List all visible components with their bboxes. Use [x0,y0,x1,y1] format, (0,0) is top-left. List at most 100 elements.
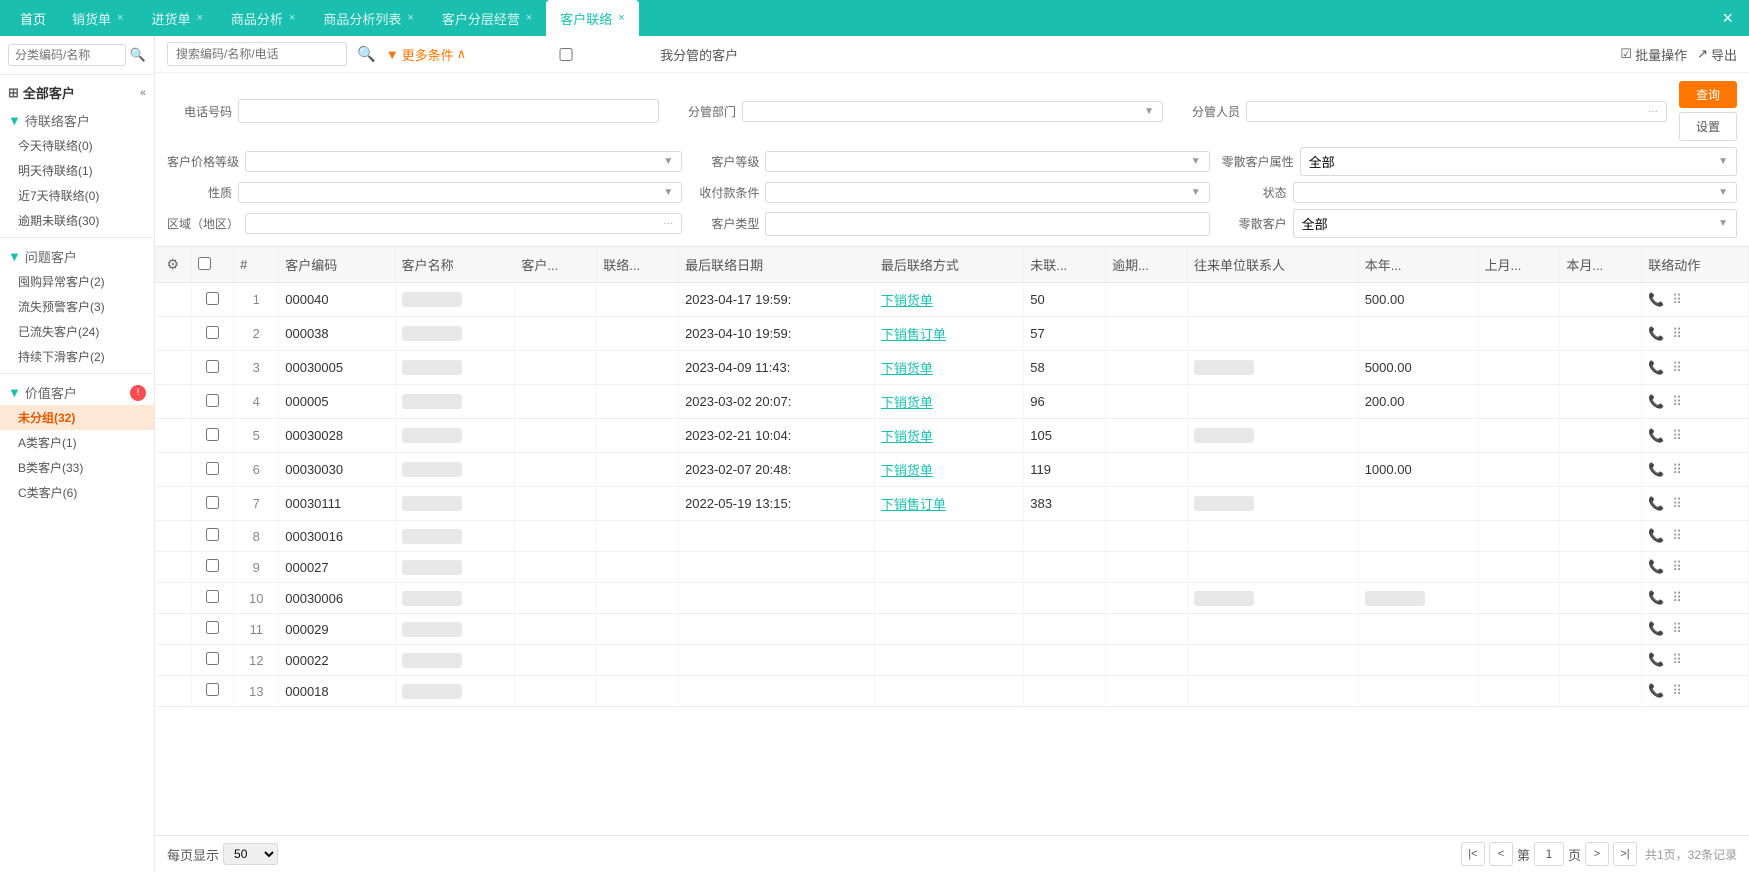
tab-product-analysis-list[interactable]: 商品分析列表 × [309,0,427,36]
row-select-checkbox[interactable] [206,326,219,339]
filter-payment-select[interactable]: ▼ [765,182,1209,203]
method-link[interactable]: 下销货单 [881,361,933,376]
row-last-method[interactable] [874,552,1023,583]
more-icon[interactable]: ⠿ [1672,394,1682,410]
tab-sales-close[interactable]: × [117,12,123,24]
per-page-select[interactable]: 50 100 200 [223,843,278,865]
phone-icon[interactable]: 📞 [1648,360,1664,376]
settings-icon[interactable]: ⚙ [166,256,179,272]
row-select-checkbox[interactable] [206,559,219,572]
sidebar-search-icon[interactable]: 🔍 [130,47,146,63]
sidebar-item-overdue[interactable]: 逾期未联络(30) [0,208,154,233]
export-button[interactable]: ↗ 导出 [1697,45,1737,64]
query-button[interactable]: 查询 [1679,81,1737,108]
tab-product-analysis-close[interactable]: × [289,12,295,24]
row-last-method[interactable] [874,583,1023,614]
row-last-method[interactable]: 下销货单 [874,453,1023,487]
row-last-method[interactable] [874,521,1023,552]
phone-icon[interactable]: 📞 [1648,590,1664,606]
reset-button[interactable]: 设置 [1679,112,1737,141]
row-last-method[interactable] [874,614,1023,645]
phone-icon[interactable]: 📞 [1648,621,1664,637]
tab-purchase[interactable]: 进货单 × [137,0,216,36]
row-select-checkbox[interactable] [206,360,219,373]
col-contact[interactable]: 联络... [597,247,679,283]
tab-product-analysis-list-close[interactable]: × [407,12,413,24]
row-checkbox[interactable] [191,385,234,419]
next-page-button[interactable]: > [1585,842,1609,866]
sidebar-item-class-b[interactable]: B类客户(33) [0,455,154,480]
phone-icon[interactable]: 📞 [1648,462,1664,478]
method-link[interactable]: 下销货单 [881,429,933,444]
sidebar-item-7days[interactable]: 近7天待联络(0) [0,183,154,208]
filter-customer-type-input[interactable] [765,212,1209,236]
col-name[interactable]: 客户名称 [395,247,515,283]
row-select-checkbox[interactable] [206,621,219,634]
filter-nature-select[interactable]: ▼ [238,182,682,203]
more-icon[interactable]: ⠿ [1672,590,1682,606]
col-code[interactable]: 客户编码 [279,247,395,283]
row-select-checkbox[interactable] [206,292,219,305]
method-link[interactable]: 下销货单 [881,293,933,308]
filter-scattered-attr-select[interactable]: 全部 ▼ [1300,147,1737,176]
more-icon[interactable]: ⠿ [1672,621,1682,637]
sidebar-item-today[interactable]: 今天待联络(0) [0,133,154,158]
filter-dept-select[interactable]: ▼ [742,101,1163,122]
row-checkbox[interactable] [191,583,234,614]
filter-customer-tier-select[interactable]: ▼ [765,151,1209,172]
sidebar-collapse-icon[interactable]: « [140,87,146,99]
phone-icon[interactable]: 📞 [1648,652,1664,668]
method-link[interactable]: 下销售订单 [881,327,946,342]
col-this-year[interactable]: 本年... [1358,247,1478,283]
more-icon[interactable]: ⠿ [1672,462,1682,478]
tab-customer-contact-close[interactable]: × [618,12,624,24]
more-icon[interactable]: ⠿ [1672,528,1682,544]
col-not-contacted[interactable]: 未联... [1024,247,1106,283]
filter-phone-input[interactable] [238,99,659,123]
sidebar-item-class-a[interactable]: A类客户(1) [0,430,154,455]
method-link[interactable]: 下销货单 [881,463,933,478]
row-checkbox[interactable] [191,614,234,645]
col-this-month[interactable]: 本月... [1560,247,1642,283]
prev-page-button[interactable]: < [1489,842,1513,866]
tab-purchase-close[interactable]: × [196,12,202,24]
sidebar-item-churned[interactable]: 已流失客户(24) [0,319,154,344]
sidebar-item-tomorrow[interactable]: 明天待联络(1) [0,158,154,183]
more-icon[interactable]: ⠿ [1672,652,1682,668]
more-icon[interactable]: ⠿ [1672,428,1682,444]
tab-customer-tier-close[interactable]: × [526,12,532,24]
col-company-contact[interactable]: 往来单位联系人 [1187,247,1358,283]
row-checkbox[interactable] [191,552,234,583]
phone-icon[interactable]: 📞 [1648,683,1664,699]
window-close-button[interactable]: × [1714,8,1741,29]
first-page-button[interactable]: |< [1461,842,1485,866]
row-select-checkbox[interactable] [206,528,219,541]
row-last-method[interactable]: 下销售订单 [874,487,1023,521]
row-checkbox[interactable] [191,453,234,487]
tab-sales[interactable]: 销货单 × [58,0,137,36]
phone-icon[interactable]: 📞 [1648,394,1664,410]
tab-home[interactable]: 首页 [8,0,58,36]
row-checkbox[interactable] [191,419,234,453]
row-last-method[interactable] [874,676,1023,707]
phone-icon[interactable]: 📞 [1648,326,1664,342]
sidebar-item-class-c[interactable]: C类客户(6) [0,480,154,505]
tab-customer-tier[interactable]: 客户分层经营 × [428,0,546,36]
row-select-checkbox[interactable] [206,590,219,603]
row-last-method[interactable]: 下销售订单 [874,317,1023,351]
phone-icon[interactable]: 📞 [1648,528,1664,544]
batch-ops-button[interactable]: ☑ 批量操作 [1620,45,1687,64]
row-last-method[interactable]: 下销货单 [874,385,1023,419]
search-button[interactable]: 🔍 [357,45,376,63]
search-input[interactable] [167,42,347,66]
sidebar-item-hoarding[interactable]: 囤购异常客户(2) [0,269,154,294]
method-link[interactable]: 下销售订单 [881,497,946,512]
more-icon[interactable]: ⠿ [1672,326,1682,342]
col-last-date[interactable]: 最后联络日期 [679,247,875,283]
sidebar-item-churn-warning[interactable]: 流失预警客户(3) [0,294,154,319]
row-last-method[interactable] [874,645,1023,676]
col-settings[interactable]: ⚙ [155,247,191,283]
row-checkbox[interactable] [191,487,234,521]
more-icon[interactable]: ⠿ [1672,683,1682,699]
filter-region-select[interactable]: ··· [245,213,682,234]
